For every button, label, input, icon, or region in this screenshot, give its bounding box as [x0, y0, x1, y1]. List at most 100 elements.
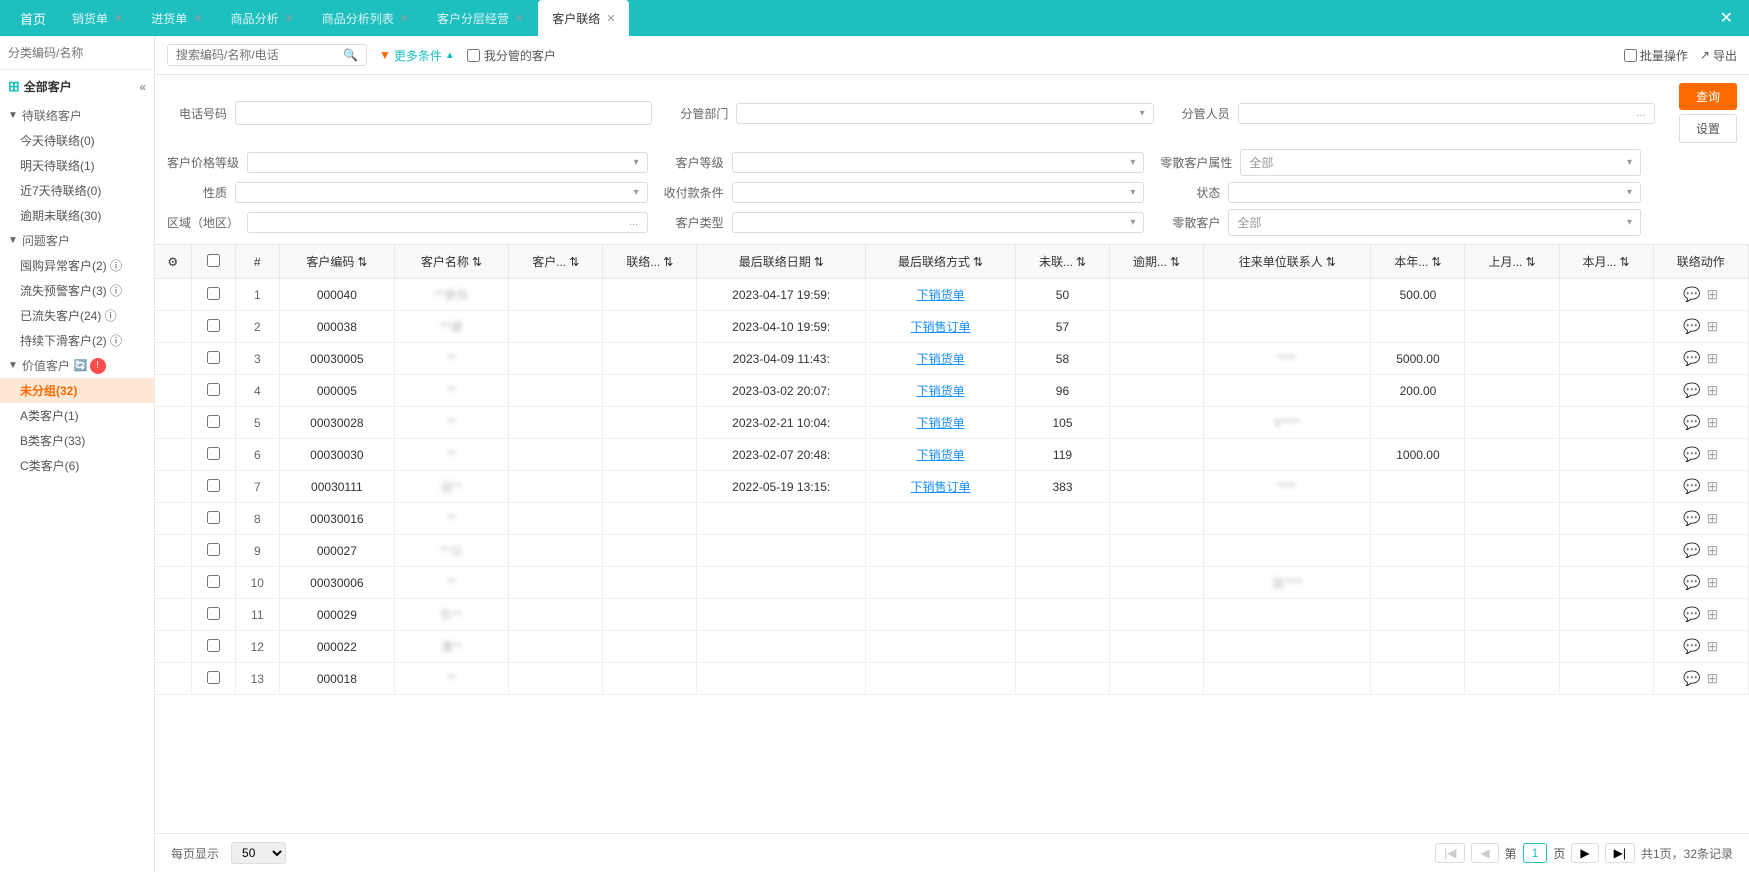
contact-method-link[interactable]: 下销货单 — [917, 384, 965, 398]
cell-last-contact-method[interactable] — [866, 631, 1016, 663]
search-box[interactable]: 🔍 — [167, 44, 367, 66]
col-last-contact-method[interactable]: 最后联络方式⇅ — [866, 245, 1016, 279]
row-checkbox[interactable] — [207, 575, 220, 588]
contact-method-link[interactable]: 下销售订单 — [911, 480, 971, 494]
tab-product-analysis-list[interactable]: 商品分析列表 ✕ — [308, 0, 423, 36]
batch-operation-btn[interactable]: 批量操作 — [1624, 47, 1688, 64]
search-icon-filter[interactable]: 🔍 — [343, 48, 358, 62]
chat-icon[interactable]: 💬 — [1683, 638, 1700, 655]
sidebar-search-box[interactable]: 🔍 — [0, 36, 154, 70]
close-tab-customer-contact[interactable]: ✕ — [606, 12, 615, 25]
contact-method-link[interactable]: 下销货单 — [917, 416, 965, 430]
manager-select[interactable]: … — [1238, 103, 1655, 124]
group-pending-contact[interactable]: ▼ 待联络客户 — [0, 103, 154, 128]
sidebar-item-declining[interactable]: 持续下滑客户(2) ⓘ — [0, 328, 154, 353]
prev-page-btn[interactable]: ◀ — [1471, 843, 1498, 863]
col-customer-type[interactable]: 客户...⇅ — [509, 245, 603, 279]
sparse-customer-select[interactable]: 全部 ▾ — [1228, 209, 1641, 236]
next-page-btn[interactable]: ▶ — [1571, 843, 1598, 863]
row-checkbox[interactable] — [207, 383, 220, 396]
customer-level-select[interactable]: ▾ — [732, 152, 1145, 173]
tab-home[interactable]: 首页 — [8, 9, 58, 28]
grid-action-icon[interactable]: ⊞ — [1707, 286, 1719, 303]
cell-last-contact-method[interactable]: 下销货单 — [866, 343, 1016, 375]
first-page-btn[interactable]: |◀ — [1435, 843, 1465, 863]
row-checkbox[interactable] — [207, 511, 220, 524]
cell-last-contact-method[interactable] — [866, 503, 1016, 535]
grid-action-icon[interactable]: ⊞ — [1707, 478, 1719, 495]
sidebar-item-overdue-contact[interactable]: 逾期未联络(30) — [0, 203, 154, 228]
query-button[interactable]: 查询 — [1679, 83, 1737, 110]
col-no-contact-days[interactable]: 未联...⇅ — [1015, 245, 1109, 279]
per-page-select[interactable]: 50 100 — [231, 842, 286, 864]
sidebar-item-churn-warning[interactable]: 流失预警客户(3) ⓘ — [0, 278, 154, 303]
tab-customer-segmentation[interactable]: 客户分层经营 ✕ — [423, 0, 538, 36]
chat-icon[interactable]: 💬 — [1683, 542, 1700, 559]
cell-checkbox[interactable] — [191, 503, 235, 535]
col-this-year[interactable]: 本年...⇅ — [1371, 245, 1465, 279]
region-select[interactable]: … — [247, 212, 648, 233]
cell-checkbox[interactable] — [191, 279, 235, 311]
sidebar-item-class-a[interactable]: A类客户(1) — [0, 403, 154, 428]
cell-last-contact-method[interactable]: 下销货单 — [866, 407, 1016, 439]
grid-action-icon[interactable]: ⊞ — [1707, 606, 1719, 623]
sidebar-item-class-c[interactable]: C类客户(6) — [0, 453, 154, 478]
tab-purchase-order[interactable]: 进货单 ✕ — [137, 0, 216, 36]
cell-last-contact-method[interactable] — [866, 663, 1016, 695]
grid-action-icon[interactable]: ⊞ — [1707, 638, 1719, 655]
chat-icon[interactable]: 💬 — [1683, 574, 1700, 591]
cell-checkbox[interactable] — [191, 663, 235, 695]
col-checkbox[interactable] — [191, 245, 235, 279]
sidebar-search-input[interactable] — [8, 46, 155, 60]
sidebar-item-churned[interactable]: 已流失客户(24) ⓘ — [0, 303, 154, 328]
cell-checkbox[interactable] — [191, 631, 235, 663]
col-overdue[interactable]: 逾期...⇅ — [1110, 245, 1204, 279]
grid-action-icon[interactable]: ⊞ — [1707, 446, 1719, 463]
contact-method-link[interactable]: 下销货单 — [917, 288, 965, 302]
contact-method-link[interactable]: 下销售订单 — [911, 320, 971, 334]
cell-last-contact-method[interactable] — [866, 567, 1016, 599]
col-customer-code[interactable]: 客户编码⇅ — [280, 245, 395, 279]
cell-checkbox[interactable] — [191, 343, 235, 375]
tab-sales-order[interactable]: 销货单 ✕ — [58, 0, 137, 36]
row-checkbox[interactable] — [207, 479, 220, 492]
cell-last-contact-method[interactable]: 下销货单 — [866, 439, 1016, 471]
row-checkbox[interactable] — [207, 287, 220, 300]
batch-check[interactable] — [1624, 49, 1637, 62]
customer-search-input[interactable] — [176, 48, 343, 62]
sidebar-item-today-pending[interactable]: 今天待联络(0) — [0, 128, 154, 153]
grid-action-icon[interactable]: ⊞ — [1707, 574, 1719, 591]
cell-last-contact-method[interactable]: 下销货单 — [866, 375, 1016, 407]
row-checkbox[interactable] — [207, 543, 220, 556]
cell-checkbox[interactable] — [191, 407, 235, 439]
sidebar-item-class-b[interactable]: B类客户(33) — [0, 428, 154, 453]
cell-checkbox[interactable] — [191, 471, 235, 503]
chat-icon[interactable]: 💬 — [1683, 382, 1700, 399]
chat-icon[interactable]: 💬 — [1683, 606, 1700, 623]
col-company-contact[interactable]: 往来单位联系人⇅ — [1204, 245, 1371, 279]
sparse-attr-select[interactable]: 全部 ▾ — [1240, 149, 1641, 176]
col-last-month[interactable]: 上月...⇅ — [1465, 245, 1559, 279]
row-checkbox[interactable] — [207, 351, 220, 364]
tab-product-analysis[interactable]: 商品分析 ✕ — [216, 0, 307, 36]
row-checkbox[interactable] — [207, 319, 220, 332]
col-contact[interactable]: 联络...⇅ — [603, 245, 697, 279]
grid-action-icon[interactable]: ⊞ — [1707, 318, 1719, 335]
row-checkbox[interactable] — [207, 607, 220, 620]
close-tab-customer-segmentation[interactable]: ✕ — [515, 12, 524, 25]
cell-last-contact-method[interactable]: 下销货单 — [866, 279, 1016, 311]
col-settings[interactable]: ⚙ — [155, 245, 191, 279]
group-problem-customers[interactable]: ▼ 问题客户 — [0, 228, 154, 253]
my-customers-check[interactable] — [467, 49, 480, 62]
col-this-month[interactable]: 本月...⇅ — [1559, 245, 1653, 279]
contact-method-link[interactable]: 下销货单 — [917, 352, 965, 366]
tab-customer-contact[interactable]: 客户联络 ✕ — [538, 0, 629, 36]
chat-icon[interactable]: 💬 — [1683, 670, 1700, 687]
row-checkbox[interactable] — [207, 415, 220, 428]
cell-checkbox[interactable] — [191, 375, 235, 407]
cell-checkbox[interactable] — [191, 439, 235, 471]
col-customer-name[interactable]: 客户名称⇅ — [394, 245, 509, 279]
chat-icon[interactable]: 💬 — [1683, 478, 1700, 495]
chat-icon[interactable]: 💬 — [1683, 318, 1700, 335]
grid-action-icon[interactable]: ⊞ — [1707, 382, 1719, 399]
